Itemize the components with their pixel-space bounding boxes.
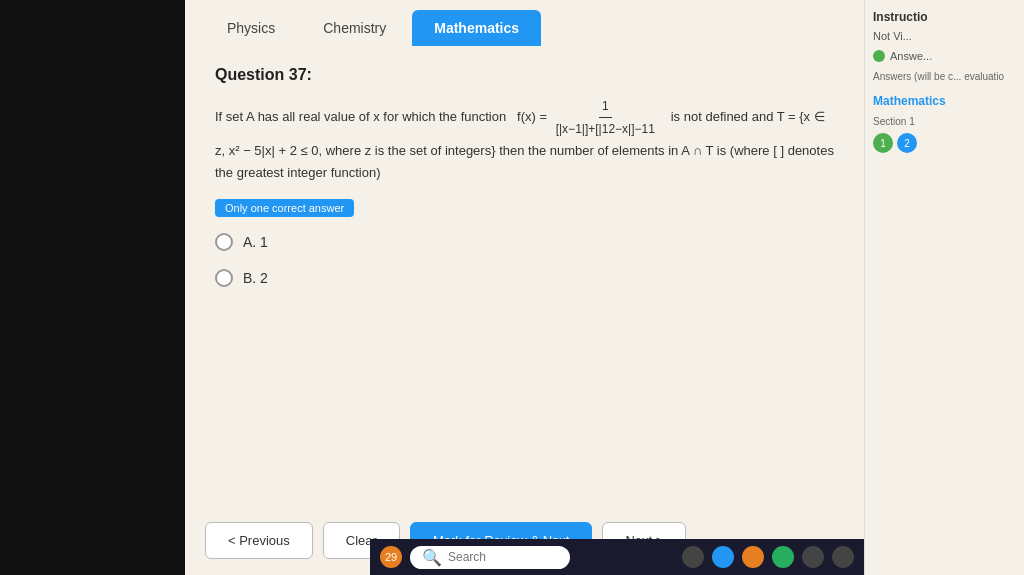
right-sidebar: Instructio Not Vi... Answe... Answers (w… — [864, 0, 1024, 575]
taskbar-icon-3[interactable] — [742, 546, 764, 568]
option-b[interactable]: B. 2 — [215, 269, 834, 287]
instruction-label: Instructio — [873, 10, 1016, 24]
function-label: f(x) = — [517, 109, 547, 124]
search-bar[interactable]: 🔍 — [410, 546, 570, 569]
section-label: Section 1 — [873, 116, 1016, 127]
number-grid: 1 2 — [873, 133, 1016, 153]
number-dot-1[interactable]: 1 — [873, 133, 893, 153]
number-dot-2[interactable]: 2 — [897, 133, 917, 153]
radio-b[interactable] — [215, 269, 233, 287]
sidebar-math-label: Mathematics — [873, 94, 1016, 108]
answers-note: Answers (will be c... evaluatio — [873, 70, 1016, 84]
search-input[interactable] — [448, 550, 548, 564]
fraction-numerator: 1 — [599, 96, 612, 118]
answer-badge: Only one correct answer — [215, 199, 354, 217]
search-icon: 🔍 — [422, 548, 442, 567]
math-fraction: 1 [|x−1|]+[|12−x|]−11 — [553, 96, 658, 140]
question-body: If set A has all real value of x for whi… — [215, 96, 834, 184]
tabs-bar: Physics Chemistry Mathematics — [185, 0, 864, 46]
taskbar: 29 🔍 — [370, 539, 864, 575]
options-list: A. 1 B. 2 — [215, 233, 834, 287]
tab-chemistry[interactable]: Chemistry — [301, 10, 408, 46]
option-b-label: B. 2 — [243, 270, 268, 286]
answered-label: Answe... — [873, 50, 1016, 62]
fraction-denominator: [|x−1|]+[|12−x|]−11 — [553, 118, 658, 139]
tab-mathematics[interactable]: Mathematics — [412, 10, 541, 46]
taskbar-icon-1[interactable] — [682, 546, 704, 568]
radio-a[interactable] — [215, 233, 233, 251]
time-label: 29 — [380, 546, 402, 568]
taskbar-icons-right — [682, 546, 854, 568]
tab-physics[interactable]: Physics — [205, 10, 297, 46]
not-visited-label: Not Vi... — [873, 30, 1016, 42]
option-a[interactable]: A. 1 — [215, 233, 834, 251]
previous-button[interactable]: < Previous — [205, 522, 313, 559]
answered-dot — [873, 50, 885, 62]
taskbar-icon-5[interactable] — [802, 546, 824, 568]
left-dark-panel — [0, 0, 185, 575]
option-a-label: A. 1 — [243, 234, 268, 250]
taskbar-icon-2[interactable] — [712, 546, 734, 568]
taskbar-icon-4[interactable] — [772, 546, 794, 568]
question-content: Question 37: If set A has all real value… — [185, 46, 864, 512]
question-title: Question 37: — [215, 66, 834, 84]
taskbar-icon-6[interactable] — [832, 546, 854, 568]
question-body-prefix: If set A has all real value of x for whi… — [215, 109, 506, 124]
main-content-area: Physics Chemistry Mathematics Question 3… — [185, 0, 864, 575]
